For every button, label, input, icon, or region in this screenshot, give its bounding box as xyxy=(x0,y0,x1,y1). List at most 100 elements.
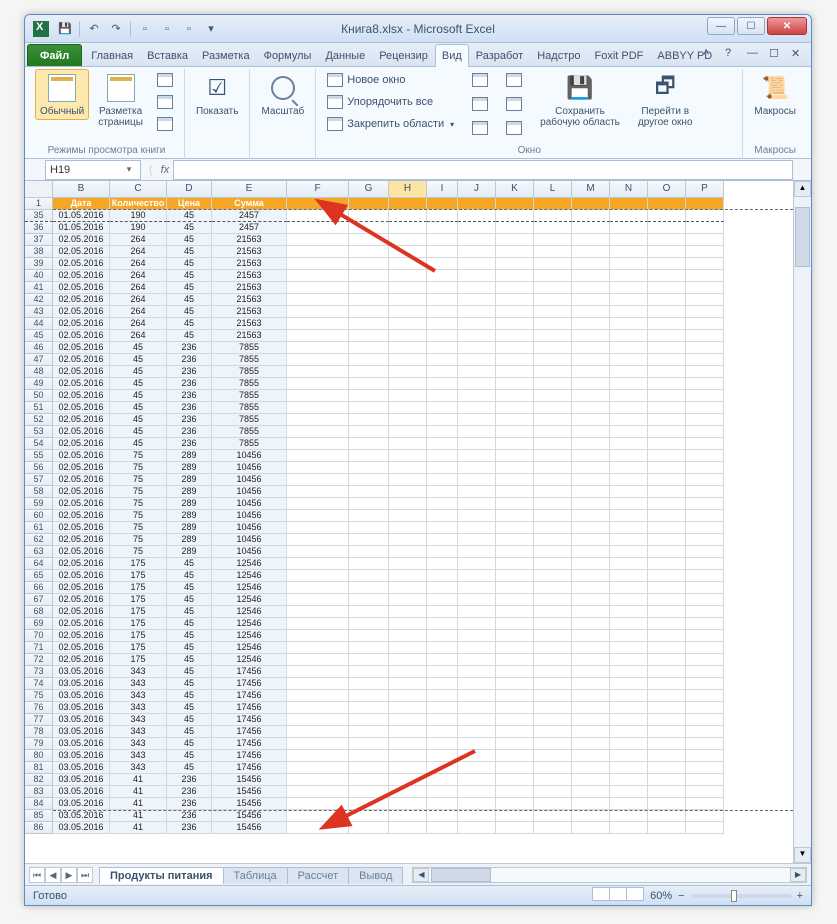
cell[interactable] xyxy=(427,246,458,258)
row-header[interactable]: 61 xyxy=(25,522,53,534)
row-header[interactable]: 36 xyxy=(25,222,53,234)
cell[interactable] xyxy=(572,558,610,570)
cell[interactable] xyxy=(349,450,389,462)
row-header[interactable]: 51 xyxy=(25,402,53,414)
cell[interactable] xyxy=(458,450,496,462)
cell[interactable] xyxy=(496,270,534,282)
cell[interactable] xyxy=(534,786,572,798)
cell[interactable] xyxy=(572,510,610,522)
row-header[interactable]: 82 xyxy=(25,774,53,786)
cell[interactable] xyxy=(686,498,724,510)
cell[interactable] xyxy=(349,522,389,534)
cell[interactable] xyxy=(349,246,389,258)
cell[interactable]: 03.05.2016 xyxy=(53,822,110,834)
cell[interactable] xyxy=(496,330,534,342)
unhide-button[interactable] xyxy=(467,117,493,139)
cell[interactable]: 12546 xyxy=(212,606,287,618)
cell[interactable] xyxy=(496,690,534,702)
cell[interactable] xyxy=(458,246,496,258)
cell[interactable]: 75 xyxy=(110,474,167,486)
cell[interactable]: 289 xyxy=(167,486,212,498)
cell[interactable] xyxy=(686,306,724,318)
cell[interactable] xyxy=(610,294,648,306)
cell[interactable] xyxy=(572,426,610,438)
cell[interactable] xyxy=(534,366,572,378)
cell[interactable] xyxy=(349,318,389,330)
cell[interactable] xyxy=(458,534,496,546)
cell[interactable] xyxy=(427,546,458,558)
cell[interactable] xyxy=(686,522,724,534)
cell[interactable] xyxy=(648,210,686,222)
hscroll-thumb[interactable] xyxy=(431,868,491,882)
cell[interactable] xyxy=(648,522,686,534)
cell[interactable] xyxy=(610,618,648,630)
cell[interactable] xyxy=(349,210,389,222)
cell[interactable]: 12546 xyxy=(212,654,287,666)
tab-разметка[interactable]: Разметка xyxy=(195,44,257,66)
cell[interactable] xyxy=(534,666,572,678)
cell[interactable] xyxy=(349,642,389,654)
cell[interactable] xyxy=(427,654,458,666)
cell[interactable]: 17456 xyxy=(212,714,287,726)
cell[interactable] xyxy=(349,618,389,630)
cell[interactable] xyxy=(572,606,610,618)
cell[interactable] xyxy=(427,726,458,738)
switch-window-button[interactable]: 🗗 Перейти в другое окно xyxy=(633,69,698,131)
cell[interactable]: 45 xyxy=(167,642,212,654)
cell[interactable] xyxy=(496,534,534,546)
cell[interactable]: 236 xyxy=(167,366,212,378)
cell[interactable] xyxy=(496,342,534,354)
cell[interactable]: 15456 xyxy=(212,822,287,834)
cell[interactable] xyxy=(686,282,724,294)
cell[interactable]: 02.05.2016 xyxy=(53,282,110,294)
cell[interactable] xyxy=(648,414,686,426)
row-header[interactable]: 58 xyxy=(25,486,53,498)
cell[interactable]: 10456 xyxy=(212,486,287,498)
tab-рецензир[interactable]: Рецензир xyxy=(372,44,435,66)
cell[interactable]: Количество xyxy=(110,198,167,210)
col-header-P[interactable]: P xyxy=(686,181,724,198)
cell[interactable] xyxy=(496,282,534,294)
cell[interactable] xyxy=(427,678,458,690)
cell[interactable] xyxy=(349,534,389,546)
cell[interactable] xyxy=(427,498,458,510)
row-header[interactable]: 72 xyxy=(25,654,53,666)
row-header[interactable]: 83 xyxy=(25,786,53,798)
cell[interactable] xyxy=(389,390,427,402)
cell[interactable] xyxy=(648,738,686,750)
cell[interactable] xyxy=(389,282,427,294)
cell[interactable] xyxy=(458,210,496,222)
cell[interactable] xyxy=(458,498,496,510)
cell[interactable] xyxy=(427,270,458,282)
cell[interactable]: 02.05.2016 xyxy=(53,258,110,270)
cell[interactable] xyxy=(496,354,534,366)
cell[interactable] xyxy=(648,810,686,822)
cell[interactable] xyxy=(458,618,496,630)
cell[interactable] xyxy=(349,426,389,438)
cell[interactable]: 7855 xyxy=(212,402,287,414)
cell[interactable]: 45 xyxy=(167,726,212,738)
name-box-dropdown-icon[interactable]: ▾ xyxy=(122,164,136,175)
cell[interactable] xyxy=(427,774,458,786)
cell[interactable]: 236 xyxy=(167,378,212,390)
cell[interactable] xyxy=(427,702,458,714)
cell[interactable]: 02.05.2016 xyxy=(53,378,110,390)
cell[interactable] xyxy=(458,630,496,642)
cell[interactable] xyxy=(610,258,648,270)
cell[interactable] xyxy=(427,366,458,378)
scroll-up-icon[interactable]: ▲ xyxy=(794,181,811,197)
cell[interactable]: 41 xyxy=(110,798,167,810)
cell[interactable] xyxy=(534,762,572,774)
cell[interactable] xyxy=(686,510,724,522)
cell[interactable] xyxy=(572,714,610,726)
cell[interactable] xyxy=(686,378,724,390)
cell[interactable] xyxy=(534,474,572,486)
cell[interactable] xyxy=(686,726,724,738)
cell[interactable] xyxy=(427,762,458,774)
cell[interactable] xyxy=(648,402,686,414)
cell[interactable] xyxy=(686,690,724,702)
cell[interactable] xyxy=(349,726,389,738)
cell[interactable] xyxy=(458,558,496,570)
cell[interactable] xyxy=(427,390,458,402)
cell[interactable] xyxy=(686,618,724,630)
